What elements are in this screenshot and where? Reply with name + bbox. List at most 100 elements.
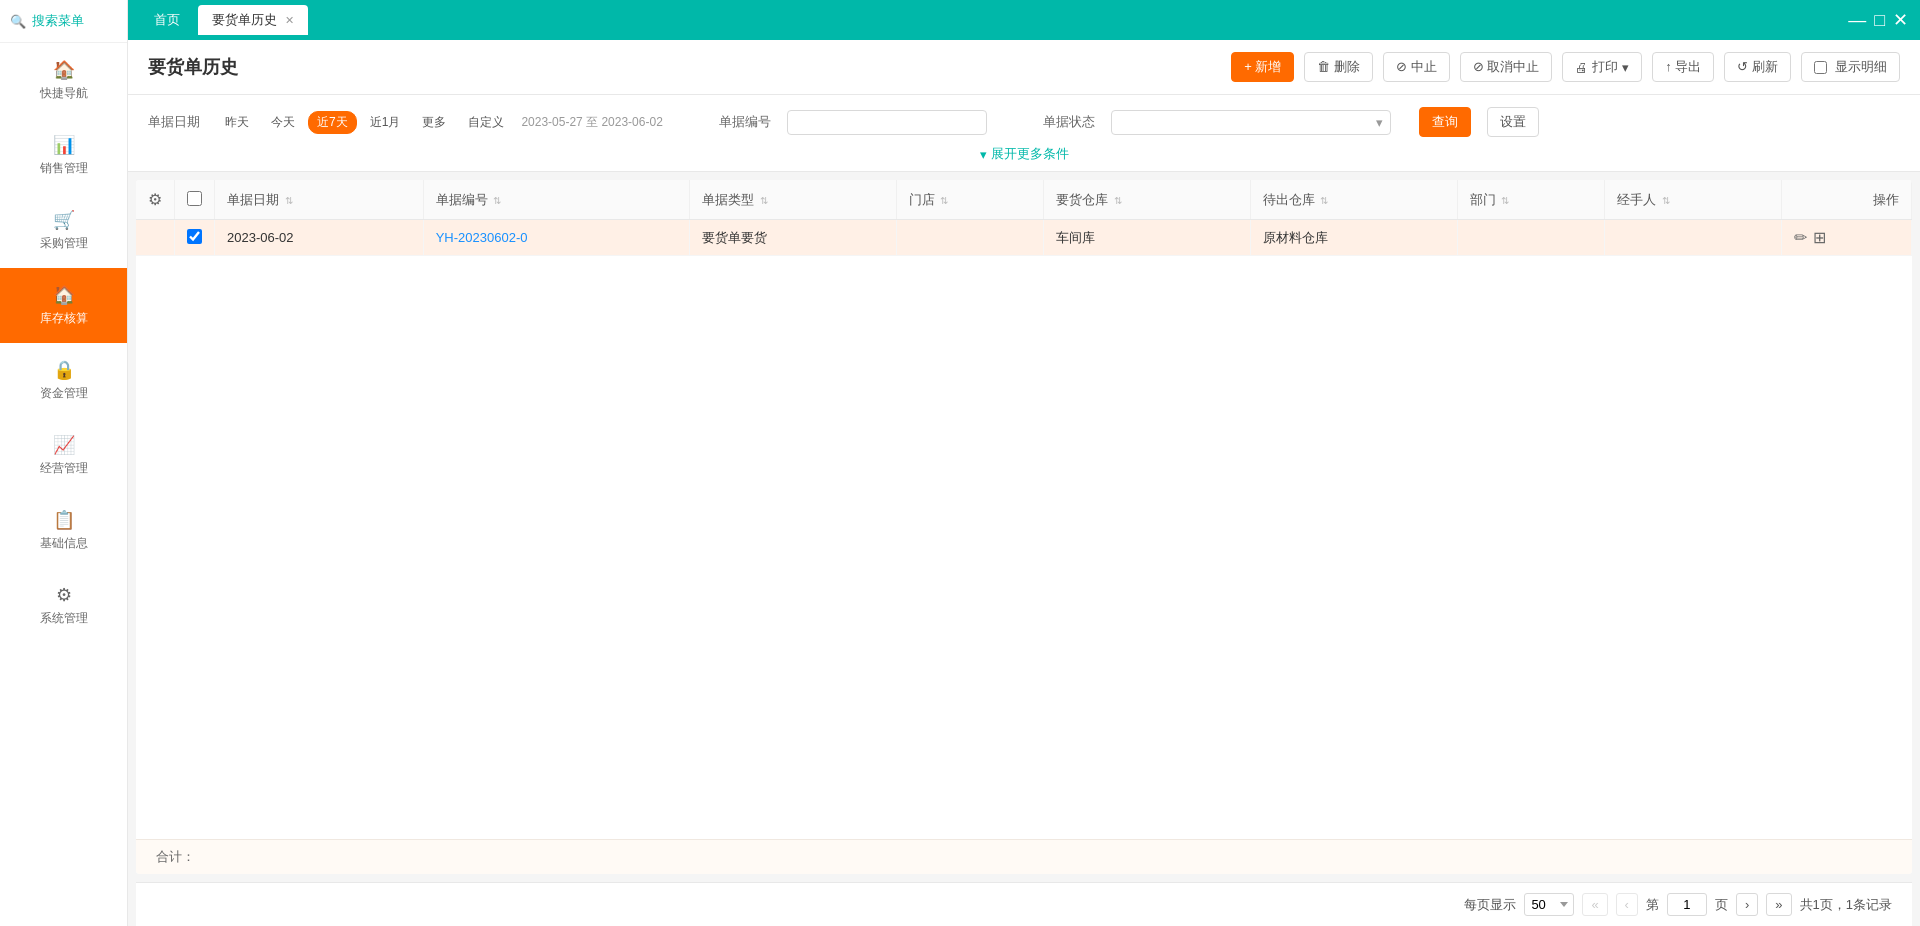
page-label-prefix: 第	[1646, 896, 1659, 914]
sidebar-item-finance[interactable]: 🔒 资金管理	[0, 343, 127, 418]
th-dept-label: 部门	[1470, 192, 1496, 207]
expand-label: 展开更多条件	[991, 145, 1069, 163]
doc-status-label: 单据状态	[1043, 113, 1095, 131]
sidebar-item-basic-info[interactable]: 📋 基础信息	[0, 493, 127, 568]
th-handler-sort-icon: ⇅	[1662, 195, 1670, 206]
th-date[interactable]: 单据日期 ⇅	[215, 180, 424, 220]
suspend-button[interactable]: ⊘ 中止	[1383, 52, 1450, 82]
topbar: 首页 要货单历史 ✕ — □ ✕	[128, 0, 1920, 40]
th-handler[interactable]: 经手人 ⇅	[1604, 180, 1781, 220]
tab-requisition-history[interactable]: 要货单历史 ✕	[198, 5, 308, 35]
row-number-link[interactable]: YH-20230602-0	[436, 230, 528, 245]
th-store-label: 门店	[909, 192, 935, 207]
sidebar-item-purchase-label: 采购管理	[40, 235, 88, 252]
th-type[interactable]: 单据类型 ⇅	[690, 180, 897, 220]
refresh-button[interactable]: ↺ 刷新	[1724, 52, 1791, 82]
row-handler-cell	[1604, 220, 1781, 256]
pagination: 每页显示 20 50 100 200 « ‹ 第 页 › » 共1页，1条记录	[1464, 893, 1892, 916]
date-btn-today[interactable]: 今天	[262, 111, 304, 134]
window-close-button[interactable]: ✕	[1893, 9, 1908, 31]
query-button[interactable]: 查询	[1419, 107, 1471, 137]
summary-label: 合计：	[156, 849, 195, 864]
table-row[interactable]: 2023-06-02 YH-20230602-0 要货单要货 车间库 原材料仓库	[136, 220, 1912, 256]
row-pending-warehouse-cell: 原材料仓库	[1250, 220, 1457, 256]
prev-page-button[interactable]: ‹	[1616, 893, 1638, 916]
doc-status-dropdown-icon[interactable]: ▾	[1376, 115, 1383, 130]
row-actions-cell: ✏ ⊞	[1781, 220, 1911, 256]
sidebar-item-inventory-label: 库存核算	[40, 310, 88, 327]
print-dropdown-icon: ▾	[1622, 60, 1629, 75]
table-container: ⚙ 单据日期 ⇅ 单据编号 ⇅	[136, 180, 1912, 874]
sidebar-item-purchase[interactable]: 🛒 采购管理	[0, 193, 127, 268]
th-type-sort-icon: ⇅	[760, 195, 768, 206]
print-button[interactable]: 🖨 打印 ▾	[1562, 52, 1642, 82]
page-size-label: 每页显示	[1464, 896, 1516, 914]
page-label-suffix: 页	[1715, 896, 1728, 914]
row-checkbox[interactable]	[187, 229, 202, 244]
delete-button[interactable]: 🗑 删除	[1304, 52, 1373, 82]
sidebar-item-inventory[interactable]: 🏠 库存核算	[0, 268, 127, 343]
total-info: 共1页，1条记录	[1800, 896, 1892, 914]
sidebar-item-sales[interactable]: 📊 销售管理	[0, 118, 127, 193]
row-seq-cell	[175, 220, 215, 256]
date-btn-custom[interactable]: 自定义	[459, 111, 513, 134]
th-date-label: 单据日期	[227, 192, 279, 207]
last-page-button[interactable]: »	[1766, 893, 1791, 916]
next-page-button[interactable]: ›	[1736, 893, 1758, 916]
first-page-button[interactable]: «	[1582, 893, 1607, 916]
expand-more-filters[interactable]: ▾ 展开更多条件	[148, 145, 1900, 163]
date-btn-last-month[interactable]: 近1月	[361, 111, 410, 134]
minimize-button[interactable]: —	[1848, 10, 1866, 31]
th-actions: 操作	[1781, 180, 1911, 220]
select-all-checkbox[interactable]	[187, 191, 202, 206]
th-store[interactable]: 门店 ⇅	[896, 180, 1043, 220]
sidebar-item-operations[interactable]: 📈 经营管理	[0, 418, 127, 493]
home-icon: 🏠	[53, 59, 75, 81]
table-body: 2023-06-02 YH-20230602-0 要货单要货 车间库 原材料仓库	[136, 220, 1912, 256]
tab-close-icon[interactable]: ✕	[285, 14, 294, 27]
th-number-label: 单据编号	[436, 192, 488, 207]
sidebar-search-label: 搜索菜单	[32, 12, 84, 30]
pagination-footer: 每页显示 20 50 100 200 « ‹ 第 页 › » 共1页，1条记录	[136, 882, 1912, 926]
display-detail-label: 显示明细	[1835, 58, 1887, 76]
row-settings-cell	[136, 220, 175, 256]
table-header-row: ⚙ 单据日期 ⇅ 单据编号 ⇅	[136, 180, 1912, 220]
th-number[interactable]: 单据编号 ⇅	[423, 180, 689, 220]
page-size-select[interactable]: 20 50 100 200	[1524, 893, 1574, 916]
maximize-button[interactable]: □	[1874, 10, 1885, 31]
purchase-icon: 🛒	[53, 209, 75, 231]
th-pending-warehouse-label: 待出仓库	[1263, 192, 1315, 207]
doc-status-input[interactable]	[1111, 110, 1391, 135]
sidebar-item-system[interactable]: ⚙ 系统管理	[0, 568, 127, 643]
tab-home[interactable]: 首页	[140, 5, 194, 35]
column-settings-icon[interactable]: ⚙	[148, 191, 162, 208]
date-btn-last7days[interactable]: 近7天	[308, 111, 357, 134]
export-button[interactable]: ↑ 导出	[1652, 52, 1714, 82]
page-number-input[interactable]	[1667, 893, 1707, 916]
sidebar-item-quick-nav[interactable]: 🏠 快捷导航	[0, 43, 127, 118]
row-dept-cell	[1457, 220, 1604, 256]
doc-number-input[interactable]	[787, 110, 987, 135]
add-button[interactable]: + 新增	[1231, 52, 1294, 82]
system-icon: ⚙	[56, 584, 72, 606]
inventory-icon: 🏠	[53, 284, 75, 306]
doc-number-label: 单据编号	[719, 113, 771, 131]
sidebar-item-finance-label: 资金管理	[40, 385, 88, 402]
table-header: ⚙ 单据日期 ⇅ 单据编号 ⇅	[136, 180, 1912, 220]
sidebar-search[interactable]: 🔍 搜索菜单	[0, 0, 127, 43]
expand-icon: ▾	[980, 147, 987, 162]
date-btn-yesterday[interactable]: 昨天	[216, 111, 258, 134]
row-edit-button[interactable]: ✏	[1794, 228, 1807, 247]
settings-button[interactable]: 设置	[1487, 107, 1539, 137]
row-view-button[interactable]: ⊞	[1813, 228, 1826, 247]
th-pending-warehouse[interactable]: 待出仓库 ⇅	[1250, 180, 1457, 220]
th-req-warehouse[interactable]: 要货仓库 ⇅	[1044, 180, 1251, 220]
th-dept[interactable]: 部门 ⇅	[1457, 180, 1604, 220]
display-detail-button[interactable]: 显示明细	[1801, 52, 1900, 82]
finance-icon: 🔒	[53, 359, 75, 381]
summary-bar: 合计：	[136, 839, 1912, 874]
cancel-suspend-button[interactable]: ⊘ 取消中止	[1460, 52, 1553, 82]
tab-requisition-history-label: 要货单历史	[212, 11, 277, 29]
date-btn-more[interactable]: 更多	[413, 111, 455, 134]
display-detail-checkbox[interactable]	[1814, 61, 1827, 74]
